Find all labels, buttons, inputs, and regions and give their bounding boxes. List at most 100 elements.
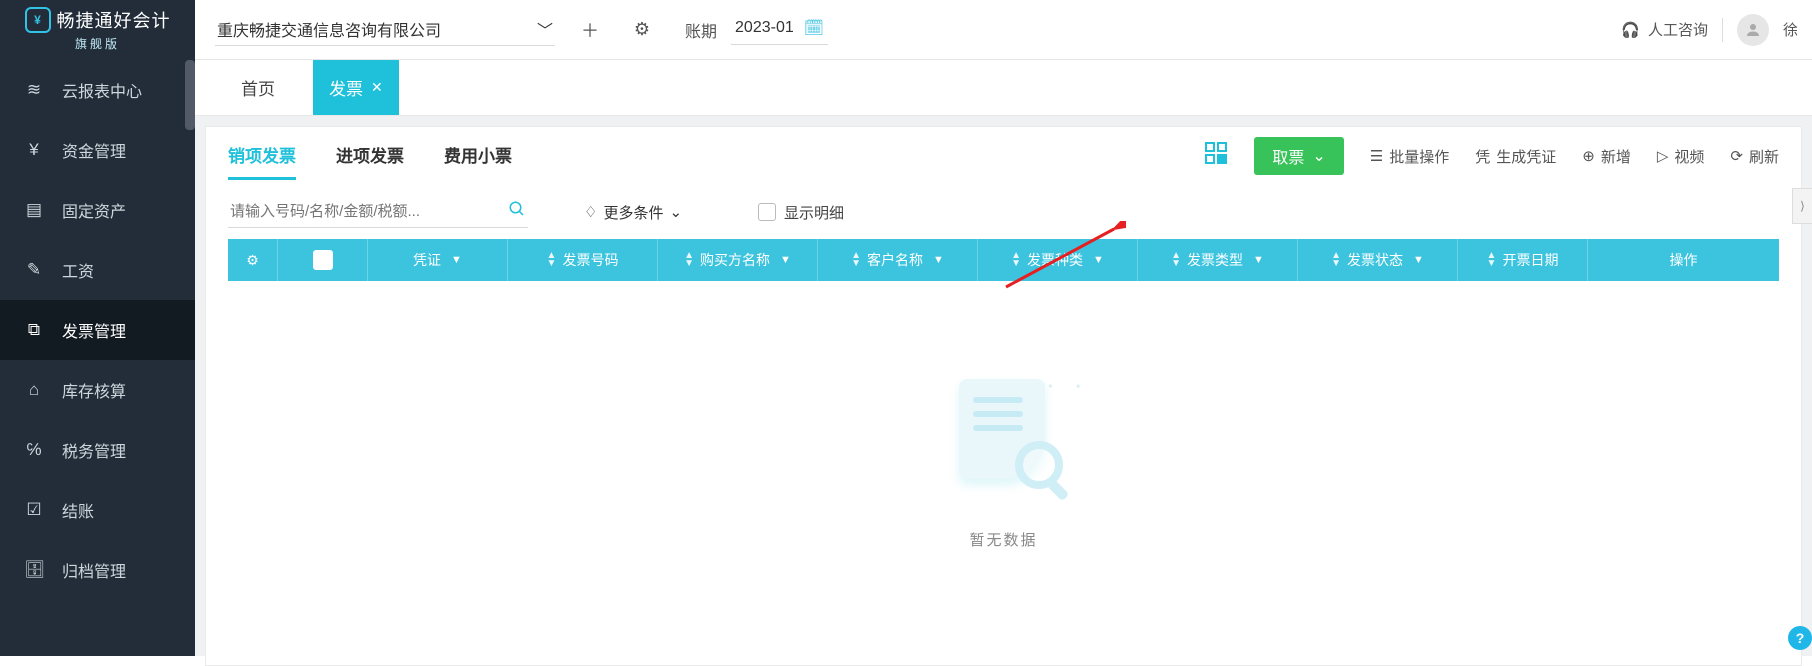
column-invoice-no[interactable]: ▲▼ 发票号码: [508, 239, 658, 281]
more-filters-label: 更多条件: [603, 202, 663, 223]
close-icon[interactable]: ✕: [371, 79, 383, 96]
search-icon[interactable]: [508, 200, 526, 223]
sidebar-item-archive[interactable]: 🗄归档管理: [0, 540, 195, 600]
subtab-purchase[interactable]: 进项发票: [336, 132, 404, 180]
filter-icon: ▼: [933, 254, 944, 266]
chevron-down-icon: ⌄: [1312, 146, 1325, 166]
button-label: 取票: [1272, 144, 1304, 168]
column-voucher[interactable]: 凭证▼: [368, 239, 508, 281]
table-header: ⚙ 凭证▼ ▲▼ 发票号码 ▲▼购买方名称▼ ▲▼ 客户名称 ▼ ▲▼发票种类▼ ▲▼…: [228, 239, 1779, 281]
filter-icon: ▼: [1253, 254, 1264, 266]
check-icon: ☑: [24, 500, 44, 520]
sidebar-item-assets[interactable]: ▤固定资产: [0, 180, 195, 240]
list-icon: ☰: [1370, 147, 1383, 165]
headset-icon: 🎧: [1621, 21, 1640, 39]
search-input-wrapper: [228, 196, 528, 228]
page-tabs: 首页 发票 ✕: [195, 60, 1812, 116]
batch-button[interactable]: ☰ 批量操作: [1370, 146, 1449, 167]
avatar[interactable]: [1737, 14, 1769, 46]
collapse-handle[interactable]: ⟩: [1792, 188, 1812, 224]
column-issue-date[interactable]: ▲▼ 开票日期: [1458, 239, 1588, 281]
tab-label: 发票: [329, 75, 363, 100]
sidebar-item-label: 税务管理: [62, 438, 126, 462]
button-label: 视频: [1674, 146, 1704, 167]
subtab-expense[interactable]: 费用小票: [444, 132, 512, 180]
sidebar-item-salary[interactable]: ✎工资: [0, 240, 195, 300]
column-actions: 操作: [1588, 239, 1779, 281]
sidebar-item-inventory[interactable]: ⌂ 库存核算: [0, 360, 195, 420]
video-button[interactable]: ▷视频: [1657, 146, 1705, 167]
home-icon: ⌂: [24, 380, 44, 400]
sidebar-item-fund[interactable]: ¥ 资金管理: [0, 120, 195, 180]
column-buyer[interactable]: ▲▼购买方名称▼: [658, 239, 818, 281]
help-badge[interactable]: ?: [1788, 626, 1812, 650]
tab-home[interactable]: 首页: [225, 60, 291, 115]
button-label: 新增: [1601, 146, 1631, 167]
sort-icon: ▲▼: [1487, 252, 1497, 268]
button-label: 刷新: [1749, 146, 1779, 167]
column-label: 发票状态: [1347, 250, 1403, 270]
logo: ¥ 畅捷通好会计 旗舰版: [0, 0, 195, 60]
empty-illustration: · · · ·: [919, 361, 1089, 511]
show-detail-toggle[interactable]: 显示明细: [758, 202, 844, 223]
sort-icon: ▲▼: [1171, 252, 1181, 268]
sidebar-item-label: 固定资产: [62, 198, 126, 222]
username: 徐: [1783, 19, 1798, 40]
support-link[interactable]: 🎧 人工咨询: [1621, 19, 1708, 40]
sidebar-item-invoice[interactable]: ⧉ 发票管理: [0, 300, 195, 360]
column-settings[interactable]: ⚙: [228, 239, 278, 281]
show-detail-label: 显示明细: [784, 202, 844, 223]
sidebar-item-label: 云报表中心: [62, 78, 142, 102]
column-invoice-kind[interactable]: ▲▼发票种类▼: [978, 239, 1138, 281]
column-label: 开票日期: [1502, 250, 1558, 270]
sidebar-item-label: 发票管理: [62, 318, 126, 342]
sidebar-item-label: 资金管理: [62, 138, 126, 162]
period-picker[interactable]: 2023-01 🗓: [731, 14, 828, 45]
sidebar-item-label: 库存核算: [62, 378, 126, 402]
sidebar-item-report-center[interactable]: ≋ 云报表中心: [0, 60, 195, 120]
sort-icon: ▲▼: [1011, 252, 1021, 268]
period-label: 账期: [685, 18, 717, 42]
generate-voucher-button[interactable]: 凭生成凭证: [1475, 146, 1556, 167]
column-customer[interactable]: ▲▼ 客户名称 ▼: [818, 239, 978, 281]
money-icon: ¥: [24, 140, 44, 160]
sort-icon: ▲▼: [547, 252, 557, 268]
column-label: 发票号码: [562, 250, 618, 270]
add-button[interactable]: ＋: [573, 13, 607, 47]
qrcode-icon[interactable]: [1204, 141, 1228, 171]
filter-icon: ▼: [1093, 254, 1104, 266]
select-all-column[interactable]: [278, 239, 368, 281]
sidebar-scrollbar[interactable]: [185, 60, 195, 130]
plus-circle-icon: ⊕: [1582, 147, 1595, 165]
voucher-icon: 凭: [1475, 146, 1490, 167]
chart-icon: ≋: [24, 80, 44, 100]
sort-icon: ▲▼: [851, 252, 861, 268]
tax-icon: ℅: [24, 440, 44, 460]
column-label: 客户名称: [867, 250, 923, 270]
sidebar: ≋ 云报表中心 ¥ 资金管理 ▤固定资产 ✎工资 ⧉ 发票管理 ⌂ 库存核算 ℅ 税务管理…: [0, 60, 195, 656]
sidebar-item-tax[interactable]: ℅ 税务管理: [0, 420, 195, 480]
company-name: 重庆畅捷交通信息咨询有限公司: [217, 17, 441, 41]
refresh-icon: ⟳: [1730, 147, 1743, 165]
subtab-sales[interactable]: 销项发票: [228, 132, 296, 180]
checkbox-icon: [758, 203, 776, 221]
more-filters[interactable]: ♢ 更多条件 ⌄: [584, 202, 682, 223]
sidebar-item-label: 工资: [62, 258, 94, 282]
add-button[interactable]: ⊕ 新增: [1582, 146, 1631, 167]
company-selector[interactable]: 重庆畅捷交通信息咨询有限公司 ﹀: [215, 13, 555, 46]
button-label: 批量操作: [1389, 146, 1449, 167]
invoice-icon: ⧉: [24, 320, 44, 340]
settings-icon[interactable]: ⚙: [625, 13, 659, 47]
column-invoice-type[interactable]: ▲▼发票类型▼: [1138, 239, 1298, 281]
fetch-invoice-button[interactable]: 取票 ⌄: [1254, 137, 1343, 175]
empty-text: 暂无数据: [969, 529, 1037, 550]
sidebar-item-close[interactable]: ☑结账: [0, 480, 195, 540]
toolbar: 取票 ⌄ ☰ 批量操作 凭生成凭证 ⊕ 新增 ▷视频 ⟳ 刷新: [1204, 137, 1779, 175]
brand-edition: 旗舰版: [75, 35, 120, 52]
brand-name: 畅捷通好会计: [57, 7, 171, 33]
refresh-button[interactable]: ⟳ 刷新: [1730, 146, 1779, 167]
filter-icon: ▼: [451, 254, 462, 266]
tab-invoice[interactable]: 发票 ✕: [313, 60, 399, 115]
column-invoice-status[interactable]: ▲▼发票状态▼: [1298, 239, 1458, 281]
search-input[interactable]: [230, 203, 508, 220]
